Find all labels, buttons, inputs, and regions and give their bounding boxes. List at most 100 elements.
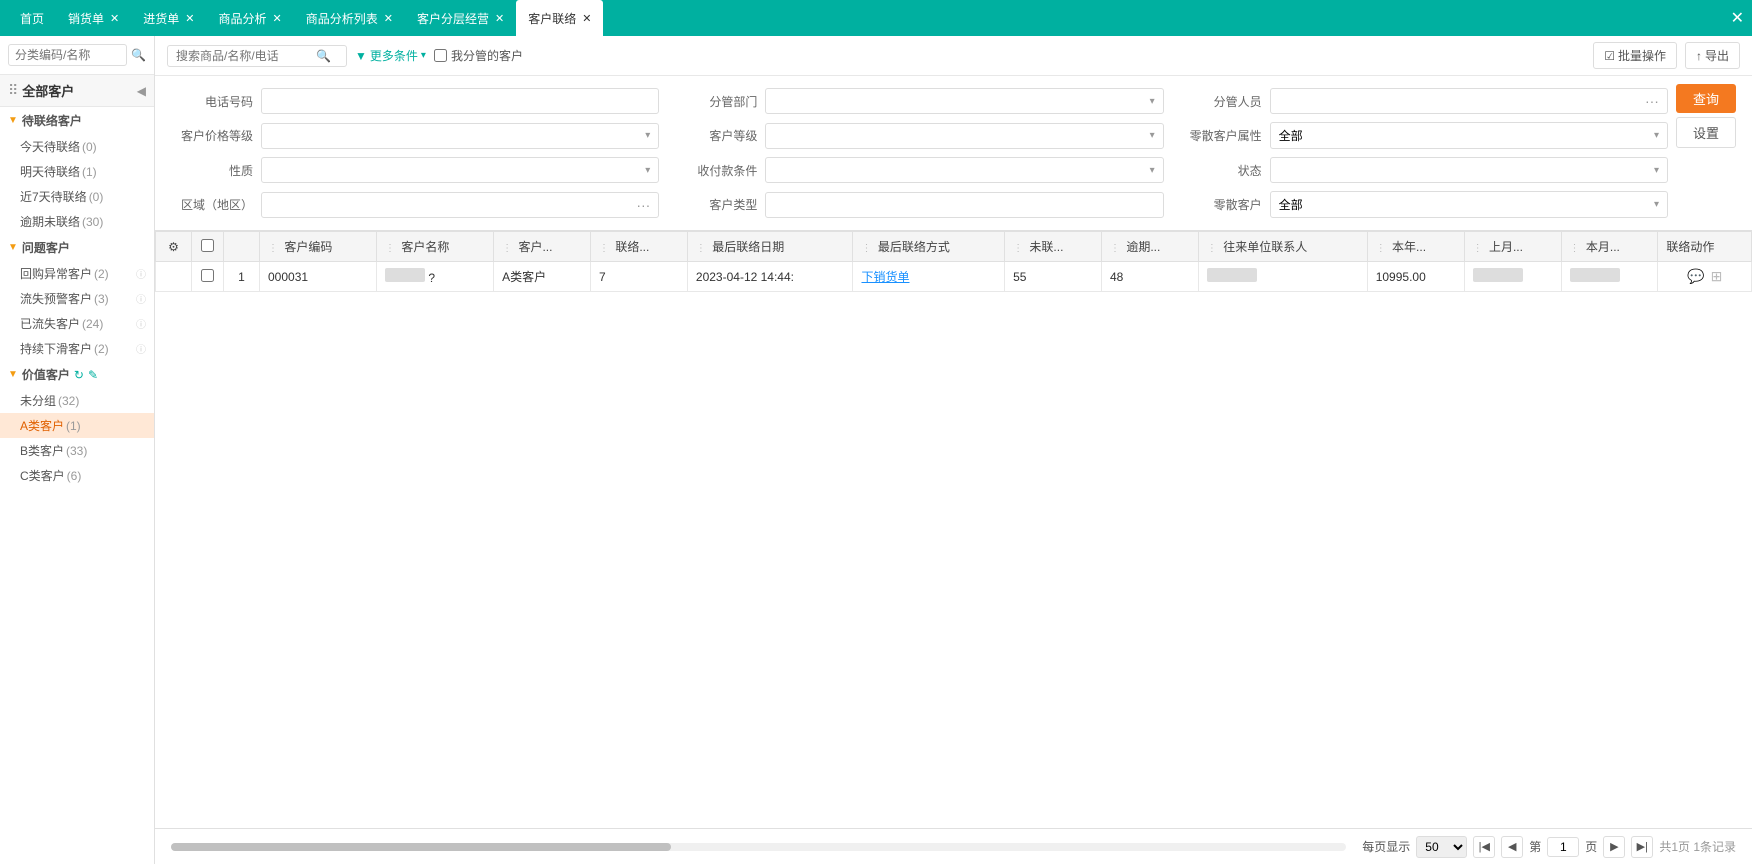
sidebar-item-repurchase-abnormal[interactable]: 回购异常客户 (2) ⓘ	[0, 261, 154, 286]
filter-customer-type-input[interactable]	[765, 192, 1163, 218]
filter-nature-select[interactable]: ▾	[261, 157, 659, 183]
nav-purchase[interactable]: 进货单 ✕	[131, 0, 206, 36]
more-conditions-btn[interactable]: ▼ 更多条件 ▾	[355, 47, 426, 64]
nav-customer-contact[interactable]: 客户联络 ✕	[516, 0, 603, 36]
filter-retail-attr-select[interactable]: 全部 ▾	[1270, 122, 1668, 149]
select-all-checkbox[interactable]	[201, 239, 214, 252]
person-dots-icon[interactable]: ···	[1645, 93, 1659, 109]
my-customers-checkbox[interactable]: 我分管的客户	[434, 47, 523, 64]
filter-retail-customer-select[interactable]: 全部 ▾	[1270, 191, 1668, 218]
all-customers-header[interactable]: ⠿ 全部客户 ◀	[0, 75, 154, 107]
filter-person-input[interactable]: ···	[1270, 88, 1668, 114]
sidebar-item-ungroup[interactable]: 未分组 (32)	[0, 388, 154, 413]
sidebar-item-overdue[interactable]: 逾期未联络 (30)	[0, 209, 154, 234]
th-contact-count[interactable]: ⋮ 联络...	[591, 232, 688, 262]
drag-handle-12: ⋮	[1570, 243, 1580, 254]
th-checkbox[interactable]	[192, 232, 224, 262]
nav-home[interactable]: 首页	[8, 0, 56, 36]
filter-status-select[interactable]: ▾	[1270, 157, 1668, 183]
edit-value-group-icon[interactable]: ✎	[88, 368, 98, 382]
th-last-date[interactable]: ⋮ 最后联络日期	[687, 232, 853, 262]
collapse-icon[interactable]: ◀	[137, 84, 146, 98]
nav-sales[interactable]: 销货单 ✕	[56, 0, 131, 36]
close-customer-contact-tab[interactable]: ✕	[582, 12, 591, 25]
th-last-method[interactable]: ⋮ 最后联络方式	[853, 232, 1005, 262]
filter-dept-select[interactable]: ▾	[765, 88, 1163, 114]
sidebar-search-icon[interactable]: 🔍	[131, 48, 146, 62]
batch-ops-btn[interactable]: ☑ 批量操作	[1593, 42, 1677, 69]
sidebar-item-class-c[interactable]: C类客户 (6)	[0, 463, 154, 488]
nav-product-analysis[interactable]: 商品分析 ✕	[206, 0, 293, 36]
sidebar-item-class-b[interactable]: B类客户 (33)	[0, 438, 154, 463]
close-customer-segment-tab[interactable]: ✕	[495, 12, 504, 25]
first-page-btn[interactable]: |◀	[1473, 836, 1495, 858]
more-action-icon[interactable]: ⊞	[1711, 268, 1723, 285]
close-purchase-tab[interactable]: ✕	[185, 12, 194, 25]
sidebar-item-tomorrow[interactable]: 明天待联络 (1)	[0, 159, 154, 184]
filter-customer-level-select[interactable]: ▾	[765, 123, 1163, 149]
sidebar-item-declining[interactable]: 持续下滑客户 (2) ⓘ	[0, 336, 154, 361]
filter-search-input[interactable]	[176, 49, 316, 63]
th-code[interactable]: ⋮ 客户编码	[260, 232, 377, 262]
close-all-btn[interactable]: ✕	[1731, 8, 1744, 28]
page-input[interactable]	[1547, 837, 1579, 857]
filter-region-input[interactable]: ···	[261, 192, 659, 218]
filter-price-level-select[interactable]: ▾	[261, 123, 659, 149]
horizontal-scrollbar[interactable]	[171, 843, 1346, 851]
sidebar-item-today[interactable]: 今天待联络 (0)	[0, 134, 154, 159]
last-method-link[interactable]: 下销货单	[861, 270, 909, 284]
chat-icon[interactable]: 💬	[1687, 268, 1704, 285]
sidebar-search-input[interactable]	[8, 44, 127, 66]
nav-customer-segment[interactable]: 客户分层经营 ✕	[405, 0, 516, 36]
filter-phone-label: 电话号码	[171, 93, 261, 110]
sidebar-group-value[interactable]: ▼ 价值客户 ↻ ✎	[0, 361, 154, 388]
export-btn[interactable]: ↑ 导出	[1685, 42, 1740, 69]
group-label-value: 价值客户	[22, 366, 70, 383]
close-product-list-tab[interactable]: ✕	[384, 12, 393, 25]
settings-icon[interactable]: ⚙	[168, 240, 179, 254]
row-checkbox[interactable]	[201, 269, 214, 282]
info-icon-3[interactable]: ⓘ	[136, 316, 146, 331]
sidebar-item-churn-warning[interactable]: 流失预警客户 (3) ⓘ	[0, 286, 154, 311]
th-name[interactable]: ⋮ 客户名称	[377, 232, 494, 262]
td-name: ?	[377, 262, 494, 292]
sidebar-item-churned[interactable]: 已流失客户 (24) ⓘ	[0, 311, 154, 336]
my-customers-checkbox-input[interactable]	[434, 49, 447, 62]
info-icon[interactable]: ⓘ	[136, 266, 146, 281]
region-dots-icon[interactable]: ···	[636, 197, 650, 213]
th-this-year[interactable]: ⋮ 本年...	[1367, 232, 1464, 262]
next-page-btn[interactable]: ▶	[1603, 836, 1625, 858]
per-page-label: 每页显示	[1362, 838, 1410, 855]
sidebar-item-class-a[interactable]: A类客户 (1)	[0, 413, 154, 438]
filter-phone-input[interactable]	[261, 88, 659, 114]
nav-product-list[interactable]: 商品分析列表 ✕	[294, 0, 405, 36]
settings-btn[interactable]: 设置	[1676, 117, 1736, 148]
last-page-btn[interactable]: ▶|	[1631, 836, 1653, 858]
th-no-contact[interactable]: ⋮ 未联...	[1005, 232, 1102, 262]
sidebar-group-problem[interactable]: ▼ 问题客户	[0, 234, 154, 261]
sidebar-item-7days[interactable]: 近7天待联络 (0)	[0, 184, 154, 209]
th-settings[interactable]: ⚙	[156, 232, 192, 262]
th-overdue[interactable]: ⋮ 逾期...	[1101, 232, 1198, 262]
close-product-analysis-tab[interactable]: ✕	[273, 12, 282, 25]
th-contact-person[interactable]: ⋮ 往来单位联系人	[1198, 232, 1367, 262]
prev-page-btn[interactable]: ◀	[1501, 836, 1523, 858]
filter-retail-customer-label: 零散客户	[1180, 196, 1270, 213]
refresh-icon[interactable]: ↻	[74, 368, 84, 382]
filter-payment-select[interactable]: ▾	[765, 157, 1163, 183]
info-icon-2[interactable]: ⓘ	[136, 291, 146, 306]
query-btn[interactable]: 查询	[1676, 84, 1736, 113]
th-last-month[interactable]: ⋮ 上月...	[1464, 232, 1561, 262]
filter-region: 区域（地区） ···	[171, 192, 659, 218]
th-level[interactable]: ⋮ 客户...	[494, 232, 591, 262]
drag-handle: ⋮	[268, 243, 278, 254]
info-icon-4[interactable]: ⓘ	[136, 341, 146, 356]
td-index: 1	[224, 262, 260, 292]
td-last-method[interactable]: 下销货单	[853, 262, 1005, 292]
th-this-month[interactable]: ⋮ 本月...	[1561, 232, 1658, 262]
filter-search-icon[interactable]: 🔍	[316, 49, 331, 63]
close-sales-tab[interactable]: ✕	[110, 12, 119, 25]
per-page-select[interactable]: 50 20 100	[1416, 836, 1467, 858]
td-checkbox[interactable]	[192, 262, 224, 292]
sidebar-group-pending[interactable]: ▼ 待联络客户	[0, 107, 154, 134]
